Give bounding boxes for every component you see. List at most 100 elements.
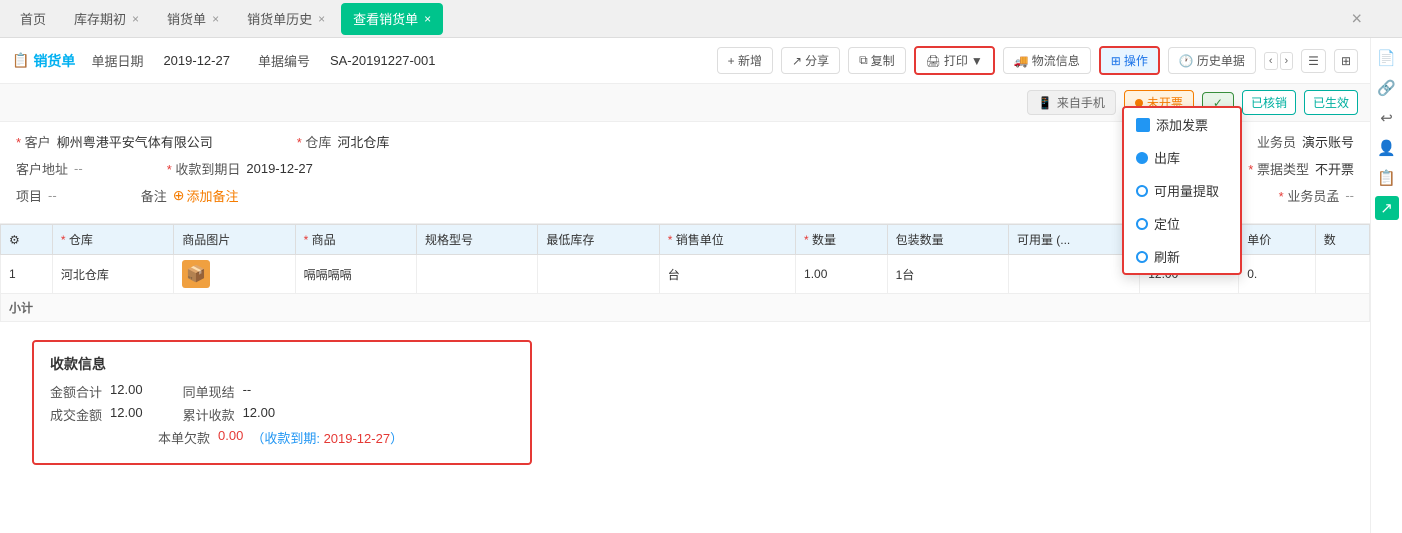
subtotal-cell: 小计 [1, 294, 1370, 322]
outbound-icon [1136, 152, 1148, 164]
history-button[interactable]: 🕐 历史单据 [1168, 47, 1256, 74]
sidebar-link-icon[interactable]: 🔗 [1375, 76, 1399, 100]
warehouse-label: 仓库 [297, 132, 332, 151]
locate-icon [1136, 218, 1148, 230]
share-button[interactable]: ↗ 分享 [781, 47, 840, 74]
print-icon: 🖨 [926, 54, 941, 68]
ticket-type-label: 票据类型 [1248, 159, 1309, 178]
tab-view-sales-close[interactable]: × [424, 12, 431, 26]
ticket-type-field: 票据类型 不开票 [1248, 159, 1354, 178]
prev-arrow[interactable]: ‹ [1264, 52, 1278, 70]
already-effective-button[interactable]: 已生效 [1304, 90, 1358, 115]
doc-title: 📋 销货单 [12, 51, 75, 71]
col-img: 商品图片 [174, 225, 295, 255]
warehouse-value: 河北仓库 [337, 132, 389, 151]
tab-sales-history[interactable]: 销货单历史 × [235, 3, 337, 35]
outbound-label: 出库 [1154, 148, 1180, 167]
address-label: 客户地址 [16, 159, 68, 178]
due-note: （收款到期: 2019-12-27） [251, 428, 403, 447]
dropdown-take-available[interactable]: 可用量提取 [1124, 174, 1240, 207]
plus-icon: ⊕ [173, 187, 185, 204]
logistics-icon: 🚚 [1014, 54, 1029, 68]
logistics-button[interactable]: 🚚 物流信息 [1003, 47, 1091, 74]
staff-value: 演示账号 [1302, 132, 1354, 151]
sidebar-user-icon[interactable]: 👤 [1375, 136, 1399, 160]
remark-add-button[interactable]: ⊕ 添加备注 [173, 186, 239, 205]
list-view-button[interactable]: ☰ [1301, 49, 1326, 73]
doc-title-icon: 📋 [12, 52, 29, 69]
print-button[interactable]: 🖨 打印 ▼ [914, 46, 995, 75]
history-icon: 🕐 [1179, 54, 1194, 68]
payment-row-3: 本单欠款 0.00 （收款到期: 2019-12-27） [50, 428, 514, 447]
sidebar-expand-icon[interactable]: ↗ [1375, 196, 1399, 220]
add-invoice-label: 添加发票 [1156, 115, 1208, 134]
total-item: 金额合计 12.00 [50, 382, 143, 401]
nav-arrows: ‹ › [1264, 52, 1293, 70]
tab-home[interactable]: 首页 [8, 3, 58, 35]
cell-available [1008, 255, 1139, 294]
sidebar-doc-icon[interactable]: 📄 [1375, 46, 1399, 70]
operate-icon: ⊞ [1111, 54, 1121, 68]
deal-value: 12.00 [110, 405, 143, 424]
remark-label: 备注 [141, 186, 167, 205]
phone-icon: 📱 [1038, 96, 1053, 110]
new-button[interactable]: + 新增 [717, 47, 773, 74]
due-date-field: 收款到期日 2019-12-27 [167, 159, 313, 178]
settlement-label: 同单现结 [183, 382, 235, 401]
tab-sales-close[interactable]: × [212, 12, 219, 26]
dropdown-outbound[interactable]: 出库 [1124, 141, 1240, 174]
dropdown-refresh[interactable]: 刷新 [1124, 240, 1240, 273]
col-gear[interactable]: ⚙ [1, 225, 53, 255]
cumulative-item: 累计收款 12.00 [183, 405, 276, 424]
tab-inventory-close[interactable]: × [132, 12, 139, 26]
copy-button[interactable]: ⧉ 复制 [848, 47, 906, 74]
tab-sales[interactable]: 销货单 × [155, 3, 231, 35]
next-arrow[interactable]: › [1280, 52, 1294, 70]
due-date-label: 收款到期日 [167, 159, 241, 178]
dropdown-add-invoice[interactable]: 添加发票 [1124, 108, 1240, 141]
customer-label: 客户 [16, 132, 51, 151]
operate-button[interactable]: ⊞ 操作 [1099, 46, 1160, 75]
project-label: 项目 [16, 186, 42, 205]
main-content: 📋 销货单 单据日期 2019-12-27 单据编号 SA-20191227-0… [0, 38, 1402, 533]
due-date: 2019-12-27 [324, 431, 391, 446]
doc-date-value: 2019-12-27 [163, 53, 230, 68]
tab-sales-history-close[interactable]: × [318, 12, 325, 26]
col-available: 可用量 (... [1008, 225, 1139, 255]
tab-sales-history-label: 销货单历史 [247, 9, 312, 28]
dropdown-locate[interactable]: 定位 [1124, 207, 1240, 240]
staff2-field: 业务员孟 -- [1279, 186, 1354, 205]
cell-pkg-qty: 1台 [887, 255, 1008, 294]
operate-dropdown: 添加发票 出库 可用量提取 定位 刷新 [1122, 106, 1242, 275]
cell-min-stock [538, 255, 659, 294]
refresh-label: 刷新 [1154, 247, 1180, 266]
from-phone-button[interactable]: 📱 来自手机 [1027, 90, 1116, 115]
settlement-item: 同单现结 -- [183, 382, 252, 401]
print-arrow: ▼ [971, 54, 983, 68]
add-invoice-icon [1136, 118, 1150, 132]
cell-price: 0. [1239, 255, 1316, 294]
staff2-value: -- [1345, 188, 1354, 203]
payment-section: 收款信息 金额合计 12.00 同单现结 -- 成交金额 12.00 [0, 322, 1370, 483]
tab-bar: 首页 库存期初 × 销货单 × 销货单历史 × 查看销货单 × × [0, 0, 1402, 38]
sidebar-back-icon[interactable]: ↩ [1375, 106, 1399, 130]
grid-view-button[interactable]: ⊞ [1334, 49, 1358, 73]
doc-meta: 单据日期 2019-12-27 单据编号 SA-20191227-001 [91, 51, 435, 70]
tab-view-sales-label: 查看销货单 [353, 9, 418, 28]
address-value: -- [74, 161, 83, 176]
payment-title: 收款信息 [50, 354, 514, 374]
right-sidebar: 📄 🔗 ↩ 👤 📋 ↗ [1370, 38, 1402, 533]
tab-inventory[interactable]: 库存期初 × [62, 3, 151, 35]
customer-field: 客户 柳州粤港平安气体有限公司 [16, 132, 213, 151]
project-field: 项目 -- [16, 186, 57, 205]
warehouse-field: 仓库 河北仓库 [297, 132, 390, 151]
tab-bar-close-button[interactable]: × [1351, 8, 1362, 29]
staff2-label: 业务员孟 [1279, 186, 1340, 205]
address-field: 客户地址 -- [16, 159, 83, 178]
locate-label: 定位 [1154, 214, 1180, 233]
due-label: 本单欠款 [158, 428, 210, 447]
tab-view-sales[interactable]: 查看销货单 × [341, 3, 443, 35]
sidebar-clipboard-icon[interactable]: 📋 [1375, 166, 1399, 190]
doc-number-value: SA-20191227-001 [330, 53, 436, 68]
already-cancelled-button[interactable]: 已核销 [1242, 90, 1296, 115]
